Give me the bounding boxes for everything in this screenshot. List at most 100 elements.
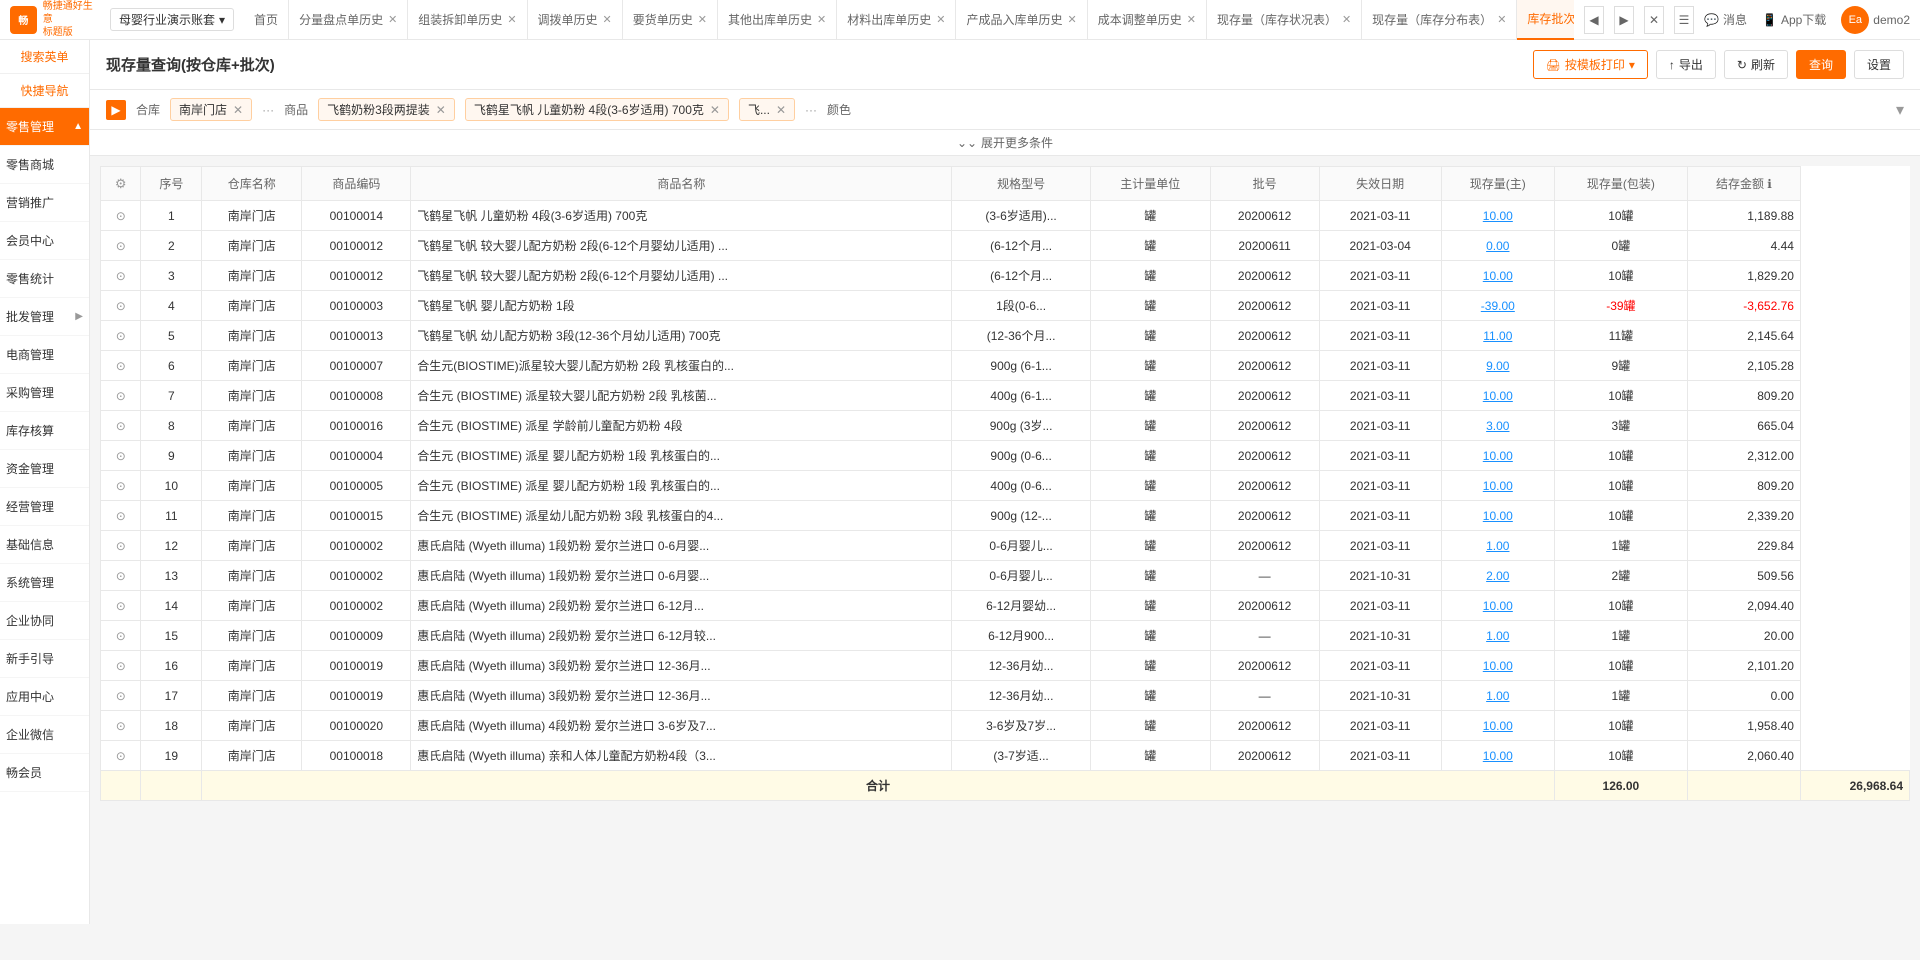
tab-close-xian_cun1[interactable]: ✕ <box>1342 13 1351 26</box>
tab-home[interactable]: 首页 <box>244 0 289 40</box>
warehouse-tag-close-icon[interactable]: ✕ <box>233 103 243 117</box>
cell-stock_main[interactable]: 10.00 <box>1441 651 1554 681</box>
cell-stock_main[interactable]: 1.00 <box>1441 681 1554 711</box>
query-button[interactable]: 查询 <box>1796 50 1846 79</box>
tab-close-cai_liao[interactable]: ✕ <box>936 13 945 26</box>
row-settings-icon[interactable]: ⊙ <box>116 629 126 643</box>
sidebar-item-ling_shou[interactable]: 零售管理▲ <box>0 108 89 146</box>
row-settings-icon[interactable]: ⊙ <box>116 479 126 493</box>
tab-prev-button[interactable]: ◀ <box>1584 6 1604 34</box>
tab-tiao_bo[interactable]: 调拨单历史✕ <box>528 0 623 40</box>
tab-close-yao_huo[interactable]: ✕ <box>698 13 707 26</box>
cell-stock_main[interactable]: 10.00 <box>1441 201 1554 231</box>
product-tag-1[interactable]: 飞鹤奶粉3段两提装 ✕ <box>318 98 455 121</box>
row-settings-icon[interactable]: ⊙ <box>116 689 126 703</box>
row-settings-icon[interactable]: ⊙ <box>116 299 126 313</box>
sidebar-item-qi_ye[interactable]: 企业协同 <box>0 602 89 640</box>
tab-cai_liao[interactable]: 材料出库单历史✕ <box>837 0 956 40</box>
product-tag-3-close-icon[interactable]: ✕ <box>776 103 786 117</box>
tab-close-button[interactable]: ✕ <box>1644 6 1664 34</box>
user-menu-button[interactable]: Ea demo2 <box>1841 6 1910 34</box>
tab-yao_huo[interactable]: 要货单历史✕ <box>623 0 718 40</box>
row-settings-icon[interactable]: ⊙ <box>116 599 126 613</box>
cell-stock_main[interactable]: 10.00 <box>1441 741 1554 771</box>
tab-xian_cun2[interactable]: 现存量（库存分布表）✕ <box>1362 0 1517 40</box>
refresh-button[interactable]: ↻ 刷新 <box>1724 50 1788 79</box>
sidebar-item-xin_shou[interactable]: 新手引导 <box>0 640 89 678</box>
row-settings-icon[interactable]: ⊙ <box>116 239 126 253</box>
app-download-button[interactable]: 📱 App下载 <box>1762 11 1826 28</box>
cell-stock_main[interactable]: 10.00 <box>1441 261 1554 291</box>
row-settings-icon[interactable]: ⊙ <box>116 569 126 583</box>
sidebar-item-jing_ying[interactable]: 经营管理 <box>0 488 89 526</box>
sidebar-item-ling_shou_shang[interactable]: 零售商城 <box>0 146 89 184</box>
cell-stock_main[interactable]: 3.00 <box>1441 411 1554 441</box>
tab-close-chan_cheng[interactable]: ✕ <box>1067 13 1076 26</box>
print-button[interactable]: 🖨 按模板打印 ▾ <box>1533 50 1648 79</box>
sidebar-item-pi_fa[interactable]: 批发管理▶ <box>0 298 89 336</box>
row-settings-icon[interactable]: ⊙ <box>116 749 126 763</box>
tab-close-zu_zhuang[interactable]: ✕ <box>507 13 516 26</box>
cell-stock_main[interactable]: 2.00 <box>1441 561 1554 591</box>
expand-more-button[interactable]: ⌄⌄ 展开更多条件 <box>957 134 1053 151</box>
cell-stock_main[interactable]: 9.00 <box>1441 351 1554 381</box>
sidebar-item-ling_shou_tong[interactable]: 零售统计 <box>0 260 89 298</box>
cell-stock_main[interactable]: 10.00 <box>1441 441 1554 471</box>
tab-zu_zhuang[interactable]: 组装拆卸单历史✕ <box>408 0 527 40</box>
cell-stock_main[interactable]: 10.00 <box>1441 711 1554 741</box>
filter-expand-arrow[interactable]: ▶ <box>106 100 126 120</box>
product-tag-3[interactable]: 飞... ✕ <box>739 98 795 121</box>
filter-clear-icon[interactable]: ▾ <box>1896 100 1904 120</box>
warehouse-tag-1[interactable]: 南岸门店 ✕ <box>170 98 252 121</box>
cell-stock_main[interactable]: 1.00 <box>1441 531 1554 561</box>
row-settings-icon[interactable]: ⊙ <box>116 539 126 553</box>
sidebar-item-ying_xiao[interactable]: 营销推广 <box>0 184 89 222</box>
tab-qi_ta[interactable]: 其他出库单历史✕ <box>718 0 837 40</box>
row-settings-icon[interactable]: ⊙ <box>116 449 126 463</box>
row-settings-icon[interactable]: ⊙ <box>116 359 126 373</box>
col-header-settings[interactable]: ⚙ <box>101 167 141 201</box>
tab-close-qi_ta[interactable]: ✕ <box>817 13 826 26</box>
export-button[interactable]: ↑ 导出 <box>1656 50 1716 79</box>
product-more-icon[interactable]: ··· <box>805 103 817 117</box>
sidebar-quick-nav[interactable]: 快捷导航 <box>0 74 89 108</box>
cell-stock_main[interactable]: 10.00 <box>1441 471 1554 501</box>
row-settings-icon[interactable]: ⊙ <box>116 269 126 283</box>
tab-cheng_ben[interactable]: 成本调整单历史✕ <box>1088 0 1207 40</box>
sidebar-item-xi_tong[interactable]: 系统管理 <box>0 564 89 602</box>
sidebar-search[interactable]: 搜索英单 <box>0 40 89 74</box>
row-settings-icon[interactable]: ⊙ <box>116 389 126 403</box>
sidebar-item-dian_shang[interactable]: 电商管理 <box>0 336 89 374</box>
product-tag-2-close-icon[interactable]: ✕ <box>710 103 720 117</box>
messages-button[interactable]: 💬 消息 <box>1704 11 1747 28</box>
tab-close-fen_cang[interactable]: ✕ <box>388 13 397 26</box>
row-settings-icon[interactable]: ⊙ <box>116 509 126 523</box>
cell-stock_main[interactable]: 11.00 <box>1441 321 1554 351</box>
row-settings-icon[interactable]: ⊙ <box>116 209 126 223</box>
sidebar-item-hui_yuan[interactable]: 会员中心 <box>0 222 89 260</box>
sidebar-item-chang_hui[interactable]: 畅会员 <box>0 754 89 792</box>
sidebar-item-ying_yong[interactable]: 应用中心 <box>0 678 89 716</box>
sidebar-item-ku_cun[interactable]: 库存核算 <box>0 412 89 450</box>
row-settings-icon[interactable]: ⊙ <box>116 719 126 733</box>
tab-close-xian_cun2[interactable]: ✕ <box>1497 13 1506 26</box>
cell-stock_main[interactable]: 10.00 <box>1441 501 1554 531</box>
tab-menu-button[interactable]: ☰ <box>1674 6 1694 34</box>
cell-stock_main[interactable]: 1.00 <box>1441 621 1554 651</box>
tab-close-tiao_bo[interactable]: ✕ <box>603 13 612 26</box>
settings-button[interactable]: 设置 <box>1854 50 1904 79</box>
product-tag-2[interactable]: 飞鹤星飞帆 儿童奶粉 4段(3-6岁适用) 700克 ✕ <box>465 98 729 121</box>
sidebar-item-qi_ye_wei[interactable]: 企业微信 <box>0 716 89 754</box>
tab-xian_cun1[interactable]: 现存量（库存状况表）✕ <box>1207 0 1362 40</box>
cell-stock_main[interactable]: 10.00 <box>1441 381 1554 411</box>
row-settings-icon[interactable]: ⊙ <box>116 329 126 343</box>
row-settings-icon[interactable]: ⊙ <box>116 659 126 673</box>
cell-stock_main[interactable]: -39.00 <box>1441 291 1554 321</box>
cell-stock_main[interactable]: 10.00 <box>1441 591 1554 621</box>
sidebar-item-ji_chu[interactable]: 基础信息 <box>0 526 89 564</box>
row-settings-icon[interactable]: ⊙ <box>116 419 126 433</box>
sidebar-item-cai_gou[interactable]: 采购管理 <box>0 374 89 412</box>
warehouse-more-icon[interactable]: ··· <box>262 103 274 117</box>
tab-fen_cang[interactable]: 分量盘点单历史✕ <box>289 0 408 40</box>
tab-close-cheng_ben[interactable]: ✕ <box>1187 13 1196 26</box>
